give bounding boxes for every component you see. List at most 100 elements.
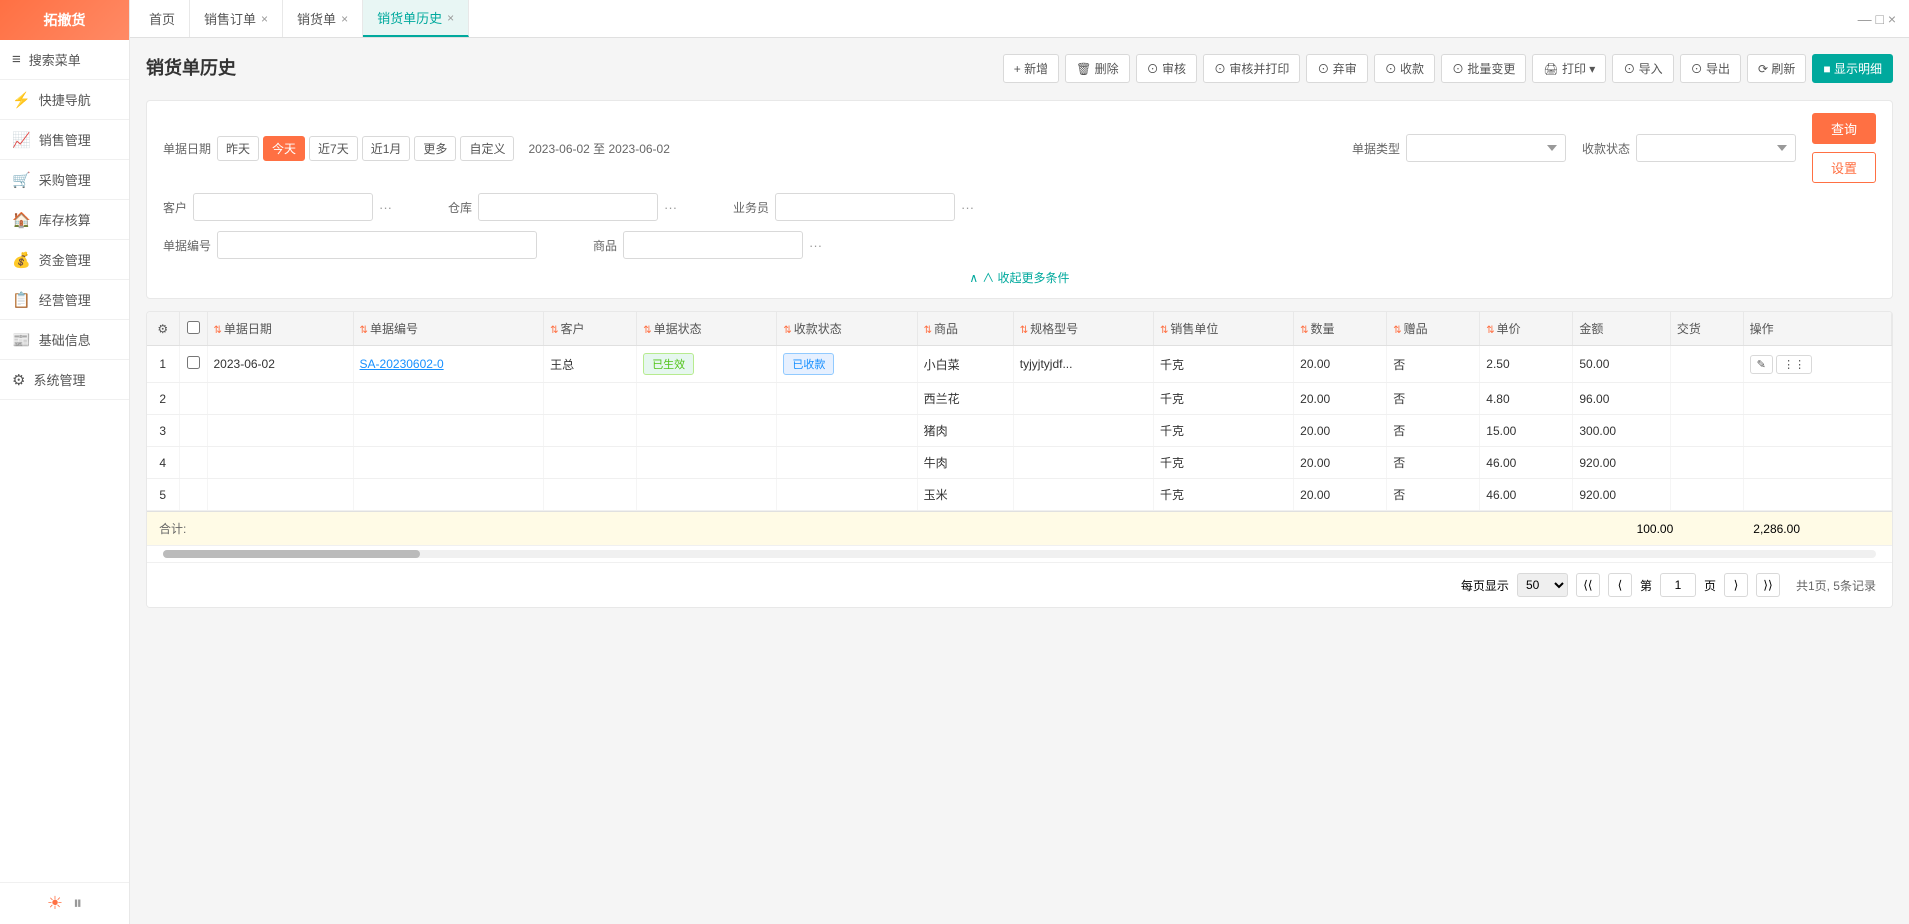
tab-sales-goods-close[interactable]: × bbox=[341, 12, 348, 26]
sidebar-item-search-menu[interactable]: ≡ 搜索菜单 bbox=[0, 40, 129, 80]
fake-scrollbar[interactable] bbox=[163, 550, 1876, 558]
col-doc-no[interactable]: ⇅单据编号 bbox=[353, 312, 544, 346]
col-unit[interactable]: ⇅销售单位 bbox=[1153, 312, 1293, 346]
page-input[interactable] bbox=[1660, 573, 1696, 597]
sidebar-item-sys-mgmt[interactable]: ⚙ 系统管理 bbox=[0, 360, 129, 400]
print-button[interactable]: 🖨 打印 ▾ bbox=[1532, 54, 1606, 83]
row1-edit-btn[interactable]: ✎ bbox=[1750, 355, 1773, 374]
window-close-btn[interactable]: — □ × bbox=[1858, 11, 1904, 27]
row5-doc-status bbox=[637, 479, 777, 511]
import-button[interactable]: ⊙ 导入 bbox=[1612, 54, 1673, 83]
sidebar-item-finance[interactable]: 💰 资金管理 bbox=[0, 240, 129, 280]
tab-sales-order[interactable]: 销售订单 × bbox=[190, 0, 283, 37]
scrollbar-area bbox=[147, 545, 1892, 562]
sidebar-item-inventory[interactable]: 🏠 库存核算 bbox=[0, 200, 129, 240]
warehouse-dots[interactable]: ··· bbox=[664, 200, 677, 215]
col-customer[interactable]: ⇅客户 bbox=[544, 312, 637, 346]
customer-dots[interactable]: ··· bbox=[379, 200, 392, 215]
date-more[interactable]: 更多 bbox=[414, 136, 456, 161]
row4-doc-date bbox=[207, 447, 353, 479]
sidebar-bottom-icon1[interactable]: ☀ bbox=[47, 893, 63, 914]
tab-sales-history-close[interactable]: × bbox=[447, 11, 454, 25]
row2-gift: 否 bbox=[1387, 383, 1480, 415]
col-gift[interactable]: ⇅赠品 bbox=[1387, 312, 1480, 346]
export-button[interactable]: ⊙ 导出 bbox=[1680, 54, 1741, 83]
show-detail-button[interactable]: ■ 显示明细 bbox=[1812, 54, 1893, 83]
date-today[interactable]: 今天 bbox=[263, 136, 305, 161]
setting-button[interactable]: 设置 bbox=[1812, 152, 1876, 183]
tab-home[interactable]: 首页 bbox=[135, 0, 190, 37]
table-body: 1 2023-06-02 SA-20230602-0 王总 已生效 已收款 小白… bbox=[147, 346, 1892, 511]
type-select[interactable] bbox=[1406, 134, 1566, 162]
date-7days[interactable]: 近7天 bbox=[309, 136, 358, 161]
tab-sales-history[interactable]: 销货单历史 × bbox=[363, 0, 469, 37]
pagination: 每页显示 10 20 50 100 ⟨⟨ ⟨ 第 页 ⟩ ⟩⟩ 共1页, 5条记… bbox=[147, 562, 1892, 607]
col-price[interactable]: ⇅单价 bbox=[1480, 312, 1573, 346]
date-custom[interactable]: 自定义 bbox=[460, 136, 514, 161]
purchase-icon: 🛒 bbox=[12, 171, 31, 189]
audit-button[interactable]: ⊙ 审核 bbox=[1136, 54, 1197, 83]
col-doc-date[interactable]: ⇅单据日期 bbox=[207, 312, 353, 346]
row2-check[interactable] bbox=[179, 383, 207, 415]
row2-amount: 96.00 bbox=[1573, 383, 1671, 415]
sidebar-item-operations[interactable]: 📋 经营管理 bbox=[0, 280, 129, 320]
customer-input[interactable] bbox=[193, 193, 373, 221]
col-settings[interactable]: ⚙ bbox=[147, 312, 179, 346]
row2-goods: 西兰花 bbox=[917, 383, 1013, 415]
col-qty[interactable]: ⇅数量 bbox=[1294, 312, 1387, 346]
delete-button[interactable]: 🗑 删除 bbox=[1065, 54, 1130, 83]
collapse-btn[interactable]: ∧ ∧ 收起更多条件 bbox=[969, 269, 1069, 286]
goods-dots[interactable]: ··· bbox=[809, 238, 822, 253]
refresh-button[interactable]: ⟳ 刷新 bbox=[1747, 54, 1806, 83]
select-all-checkbox[interactable] bbox=[187, 321, 200, 334]
last-page-btn[interactable]: ⟩⟩ bbox=[1756, 573, 1780, 597]
query-button[interactable]: 查询 bbox=[1812, 113, 1876, 144]
new-button[interactable]: + 新增 bbox=[1003, 54, 1059, 83]
sidebar-item-quick-nav[interactable]: ⚡ 快捷导航 bbox=[0, 80, 129, 120]
row2-trade bbox=[1670, 383, 1743, 415]
status-select[interactable] bbox=[1636, 134, 1796, 162]
col-spec[interactable]: ⇅规格型号 bbox=[1013, 312, 1153, 346]
row2-price: 4.80 bbox=[1480, 383, 1573, 415]
row1-checkbox[interactable] bbox=[187, 356, 200, 369]
first-page-btn[interactable]: ⟨⟨ bbox=[1576, 573, 1600, 597]
col-pay-status[interactable]: ⇅收款状态 bbox=[777, 312, 917, 346]
row4-check[interactable] bbox=[179, 447, 207, 479]
discard-button[interactable]: ⊙ 弃审 bbox=[1306, 54, 1367, 83]
tab-sales-goods[interactable]: 销货单 × bbox=[283, 0, 363, 37]
row1-customer: 王总 bbox=[544, 346, 637, 383]
agent-dots[interactable]: ··· bbox=[961, 200, 974, 215]
audit-print-button[interactable]: ⊙ 审核并打印 bbox=[1203, 54, 1300, 83]
doc-no-input[interactable] bbox=[217, 231, 537, 259]
row5-customer bbox=[544, 479, 637, 511]
row4-num: 4 bbox=[147, 447, 179, 479]
col-goods[interactable]: ⇅商品 bbox=[917, 312, 1013, 346]
sidebar-item-basic-info[interactable]: 📰 基础信息 bbox=[0, 320, 129, 360]
col-doc-status[interactable]: ⇅单据状态 bbox=[637, 312, 777, 346]
col-actions: 操作 bbox=[1743, 312, 1891, 346]
date-yesterday[interactable]: 昨天 bbox=[217, 136, 259, 161]
row1-doc-no[interactable]: SA-20230602-0 bbox=[353, 346, 544, 383]
row5-check[interactable] bbox=[179, 479, 207, 511]
sidebar-item-purchase-mgmt[interactable]: 🛒 采购管理 bbox=[0, 160, 129, 200]
row3-customer bbox=[544, 415, 637, 447]
per-page-select[interactable]: 10 20 50 100 bbox=[1517, 573, 1568, 597]
warehouse-input[interactable] bbox=[478, 193, 658, 221]
date-1month[interactable]: 近1月 bbox=[362, 136, 411, 161]
sidebar-bottom: ☀ ⏸ bbox=[0, 882, 129, 924]
sidebar-bottom-icon2[interactable]: ⏸ bbox=[73, 893, 82, 914]
batch-change-button[interactable]: ⊙ 批量变更 bbox=[1441, 54, 1526, 83]
tab-sales-order-close[interactable]: × bbox=[261, 12, 268, 26]
sidebar-item-sales-mgmt[interactable]: 📈 销售管理 bbox=[0, 120, 129, 160]
row3-price: 15.00 bbox=[1480, 415, 1573, 447]
prev-page-btn[interactable]: ⟨ bbox=[1608, 573, 1632, 597]
collect-button[interactable]: ⊙ 收款 bbox=[1374, 54, 1435, 83]
goods-input[interactable] bbox=[623, 231, 803, 259]
row1-more-btn[interactable]: ⋮⋮ bbox=[1776, 355, 1812, 374]
row1-check[interactable] bbox=[179, 346, 207, 383]
row3-check[interactable] bbox=[179, 415, 207, 447]
agent-input[interactable] bbox=[775, 193, 955, 221]
col-checkbox[interactable] bbox=[179, 312, 207, 346]
row1-spec: tyjyjtyjdf... bbox=[1013, 346, 1153, 383]
next-page-btn[interactable]: ⟩ bbox=[1724, 573, 1748, 597]
